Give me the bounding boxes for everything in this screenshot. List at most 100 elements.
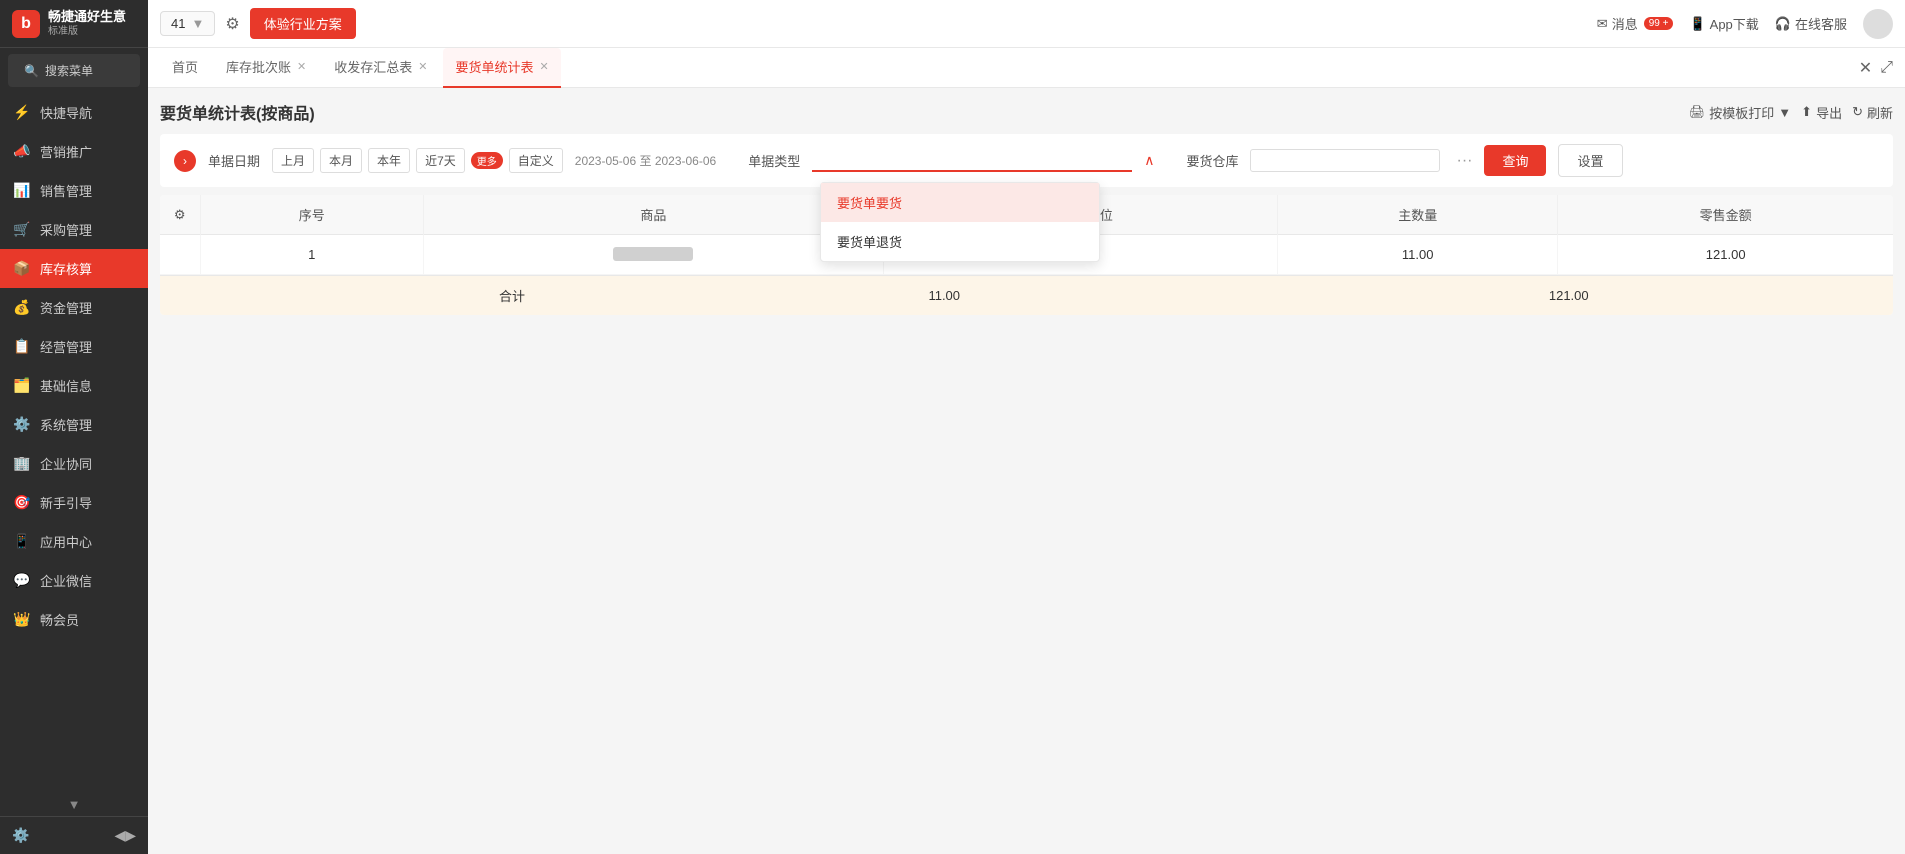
sidebar-item-guide[interactable]: 🎯 新手引导 (0, 483, 148, 522)
sidebar-item-label: 新手引导 (40, 493, 136, 512)
refresh-button[interactable]: ↻ 刷新 (1852, 103, 1893, 122)
messages-badge: 99 + (1644, 17, 1674, 30)
shortcut-icon: ⚡ (12, 104, 32, 121)
finance-icon: 💰 (12, 299, 32, 316)
query-button[interactable]: 查询 (1484, 145, 1546, 176)
system-icon: ⚙️ (12, 416, 32, 433)
app-name: 畅捷通好生意 (48, 9, 126, 26)
trial-button[interactable]: 体验行业方案 (250, 8, 356, 39)
print-label: 按模板打印 (1709, 103, 1774, 122)
custom-date-btn[interactable]: 自定义 (509, 148, 563, 173)
tabs-actions: ✕ ⤢ (1859, 58, 1893, 78)
sidebar-item-shortcut[interactable]: ⚡ 快捷导航 (0, 93, 148, 132)
sidebar-footer: ⚙️ ◀▶ (0, 816, 148, 854)
collapse-sidebar-icon[interactable]: ◀▶ (114, 827, 136, 844)
tabs-close-all-icon[interactable]: ✕ (1859, 58, 1872, 78)
page-header: 要货单统计表(按商品) 🖨 按模板打印 ▼ ⬆ 导出 ↻ 刷新 (160, 100, 1893, 124)
tab-order-stats[interactable]: 要货单统计表 ✕ (443, 48, 560, 88)
user-profile[interactable] (1863, 9, 1893, 39)
sidebar-item-purchase[interactable]: 🛒 采购管理 (0, 210, 148, 249)
sidebar-item-label: 营销推广 (40, 142, 136, 161)
app-download-label: App下载 (1710, 14, 1759, 33)
tab-receive[interactable]: 收发存汇总表 ✕ (322, 48, 439, 88)
app-logo: b 畅捷通好生意 标准版 (0, 0, 148, 48)
cur-year-btn[interactable]: 本年 (368, 148, 410, 173)
set-button[interactable]: 设置 (1558, 144, 1622, 177)
sidebar-search[interactable]: 🔍 搜索菜单 (8, 54, 140, 87)
row-amount-cell: 121.00 (1558, 235, 1893, 275)
prev-month-btn[interactable]: 上月 (272, 148, 314, 173)
sidebar-item-inventory[interactable]: 📦 库存核算 (0, 249, 148, 288)
tabs-expand-icon[interactable]: ⤢ (1880, 59, 1893, 77)
filter-area: › 单据日期 上月 本月 本年 近7天 更多 自定义 2023-05-06 至 … (160, 134, 1893, 187)
sidebar-scroll-down[interactable]: ▼ (0, 793, 148, 816)
app-download-icon: 📱 (1689, 16, 1705, 32)
print-icon: 🖨 (1689, 104, 1706, 120)
sidebar-item-finance[interactable]: 💰 资金管理 (0, 288, 148, 327)
topbar-left: 41 ▼ ⚙ 体验行业方案 (160, 8, 356, 39)
purchase-icon: 🛒 (12, 221, 32, 238)
sidebar-item-label: 基础信息 (40, 376, 136, 395)
table-settings-col[interactable]: ⚙ (160, 195, 200, 235)
table-col-no: 序号 (200, 195, 423, 235)
messages-button[interactable]: ✉ 消息 99 + (1597, 14, 1674, 33)
search-label: 搜索菜单 (45, 62, 93, 79)
tabs-bar: 首页 库存批次账 ✕ 收发存汇总表 ✕ 要货单统计表 ✕ ✕ ⤢ (148, 48, 1905, 88)
tab-batch-close[interactable]: ✕ (297, 60, 306, 73)
export-icon: ⬆ (1801, 104, 1812, 120)
more-filter-icon[interactable]: ··· (1456, 152, 1472, 170)
tab-home[interactable]: 首页 (160, 48, 210, 88)
sidebar-item-basic[interactable]: 🗂️ 基础信息 (0, 366, 148, 405)
sidebar-item-marketing[interactable]: 📣 营销推广 (0, 132, 148, 171)
sidebar-item-operations[interactable]: 📋 经营管理 (0, 327, 148, 366)
sidebar-item-member[interactable]: 👑 畅会员 (0, 600, 148, 639)
warehouse-filter-label: 要货仓库 (1186, 151, 1238, 170)
guide-icon: 🎯 (12, 494, 32, 511)
avatar (1863, 9, 1893, 39)
tab-batch[interactable]: 库存批次账 ✕ (214, 48, 318, 88)
row-quantity-cell: 11.00 (1278, 235, 1558, 275)
row-product-cell (423, 235, 883, 275)
tab-order-stats-close[interactable]: ✕ (540, 60, 549, 73)
member-icon: 👑 (12, 611, 32, 628)
table-col-amount: 零售金额 (1558, 195, 1893, 235)
7days-btn[interactable]: 近7天 (416, 148, 465, 173)
table-col-quantity: 主数量 (1278, 195, 1558, 235)
dropdown-item-order[interactable]: 要货单要货 (821, 183, 1099, 222)
sidebar-item-label: 系统管理 (40, 415, 136, 434)
app-version: 标准版 (48, 25, 126, 38)
sidebar-item-sales[interactable]: 📊 销售管理 (0, 171, 148, 210)
row-settings-cell (160, 235, 200, 275)
cur-month-btn[interactable]: 本月 (320, 148, 362, 173)
filter-expand-button[interactable]: › (174, 150, 196, 172)
footer-total-label: 合计 (392, 286, 632, 305)
column-settings-icon[interactable]: ⚙ (174, 207, 186, 222)
print-button[interactable]: 🖨 按模板打印 ▼ (1689, 103, 1791, 122)
expand-icon: › (183, 154, 187, 168)
sidebar-item-system[interactable]: ⚙️ 系统管理 (0, 405, 148, 444)
dropdown-item-return[interactable]: 要货单退货 (821, 222, 1099, 261)
footer-quantity-value: 11.00 (632, 288, 1257, 303)
enterprise-icon: 🏢 (12, 455, 32, 472)
tab-receive-close[interactable]: ✕ (418, 60, 427, 73)
chevron-down-icon: ▼ (191, 16, 204, 31)
app-download-button[interactable]: 📱 App下载 (1689, 14, 1758, 33)
sidebar-item-label: 经营管理 (40, 337, 136, 356)
store-selector[interactable]: 41 ▼ (160, 11, 215, 36)
more-dates-badge[interactable]: 更多 (471, 152, 503, 169)
topbar-right: ✉ 消息 99 + 📱 App下载 🎧 在线客服 (1597, 9, 1893, 39)
settings-footer-icon[interactable]: ⚙️ (12, 827, 29, 844)
wechat-icon: 💬 (12, 572, 32, 589)
type-filter-input[interactable] (812, 149, 1132, 172)
warehouse-filter-input[interactable] (1250, 149, 1440, 172)
row-no-cell: 1 (200, 235, 423, 275)
type-dropdown-arrow[interactable]: ∧ (1144, 152, 1154, 169)
refresh-icon: ↻ (1852, 104, 1863, 120)
export-button[interactable]: ⬆ 导出 (1801, 103, 1842, 122)
sidebar-item-enterprise[interactable]: 🏢 企业协同 (0, 444, 148, 483)
sidebar-item-appstore[interactable]: 📱 应用中心 (0, 522, 148, 561)
online-service-button[interactable]: 🎧 在线客服 (1775, 14, 1847, 33)
sidebar-item-wechat[interactable]: 💬 企业微信 (0, 561, 148, 600)
topbar-settings-icon[interactable]: ⚙ (225, 14, 239, 34)
table-col-product: 商品 (423, 195, 883, 235)
